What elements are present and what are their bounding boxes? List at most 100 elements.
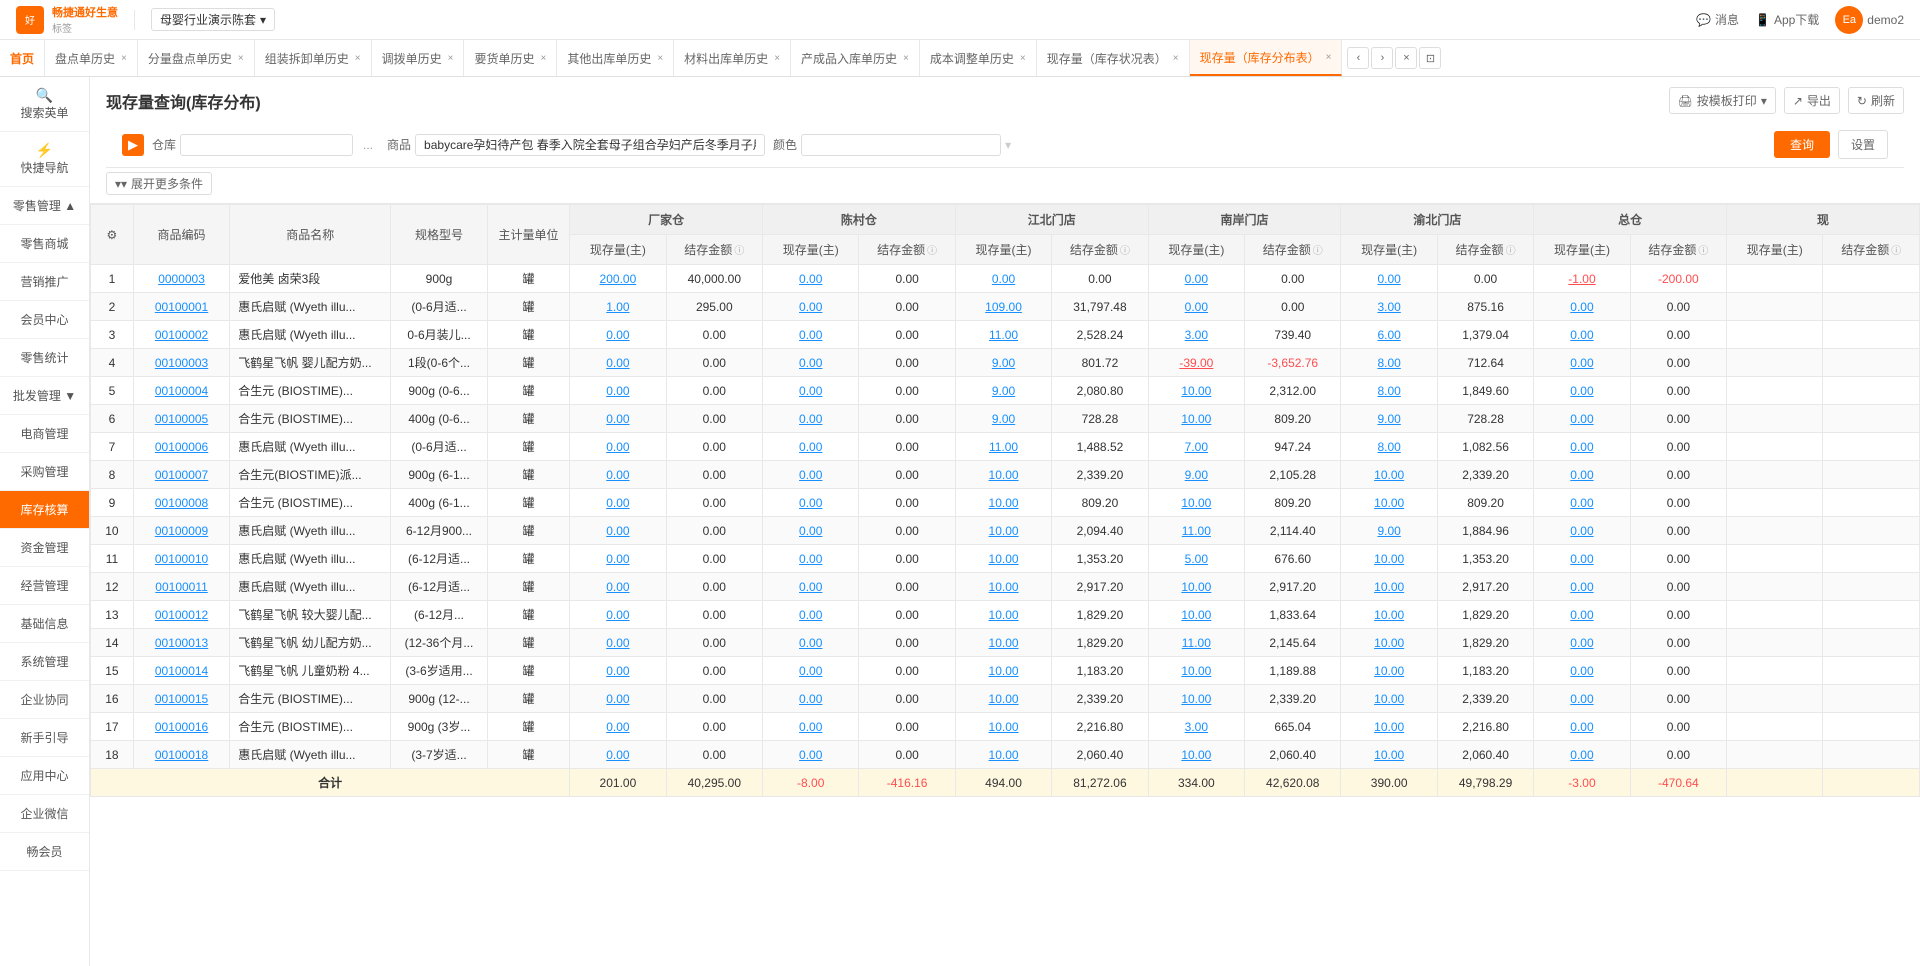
cell-total-curr[interactable]: 0.00	[1534, 545, 1630, 573]
cell-nanan-curr[interactable]: 10.00	[1148, 377, 1244, 405]
cell-total-curr[interactable]: 0.00	[1534, 433, 1630, 461]
tab-chengbentiaoz[interactable]: 成本调整单历史 ×	[920, 40, 1037, 76]
cell-factory-curr[interactable]: 0.00	[570, 405, 666, 433]
cell-yubei-curr[interactable]: 10.00	[1341, 545, 1437, 573]
cell-chenj-curr[interactable]: 0.00	[763, 461, 859, 489]
cell-jiangb-curr[interactable]: 0.00	[955, 265, 1051, 293]
cell-code[interactable]: 00100018	[133, 741, 229, 769]
sidebar-item-finance[interactable]: 资金管理	[0, 529, 89, 567]
cell-jiangb-curr[interactable]: 10.00	[955, 573, 1051, 601]
cell-yubei-curr[interactable]: 10.00	[1341, 461, 1437, 489]
sidebar-item-shop[interactable]: 零售商城	[0, 225, 89, 263]
cell-total-curr[interactable]: 0.00	[1534, 405, 1630, 433]
cell-yubei-curr[interactable]: 10.00	[1341, 573, 1437, 601]
tab-close[interactable]: ×	[774, 53, 780, 64]
cell-code[interactable]: 00100013	[133, 629, 229, 657]
cell-total-curr[interactable]: 0.00	[1534, 377, 1630, 405]
tab-diaopo[interactable]: 调拨单历史 ×	[372, 40, 465, 76]
tab-close[interactable]: ×	[657, 53, 663, 64]
cell-total-curr[interactable]: 0.00	[1534, 517, 1630, 545]
cell-total-curr[interactable]: 0.00	[1534, 657, 1630, 685]
cell-factory-curr[interactable]: 0.00	[570, 321, 666, 349]
cell-total-curr[interactable]: 0.00	[1534, 741, 1630, 769]
cell-code[interactable]: 00100008	[133, 489, 229, 517]
cell-code[interactable]: 00100010	[133, 545, 229, 573]
cell-factory-curr[interactable]: 0.00	[570, 685, 666, 713]
cell-chenj-curr[interactable]: 0.00	[763, 713, 859, 741]
cell-total-curr[interactable]: 0.00	[1534, 629, 1630, 657]
cell-chenj-curr[interactable]: 0.00	[763, 377, 859, 405]
cell-code[interactable]: 00100001	[133, 293, 229, 321]
cell-yubei-curr[interactable]: 10.00	[1341, 741, 1437, 769]
cell-total-curr[interactable]: 0.00	[1534, 349, 1630, 377]
cell-code[interactable]: 00100005	[133, 405, 229, 433]
cell-factory-curr[interactable]: 0.00	[570, 657, 666, 685]
cell-total-curr[interactable]: 0.00	[1534, 573, 1630, 601]
cell-yubei-curr[interactable]: 8.00	[1341, 433, 1437, 461]
cell-total-curr[interactable]: 0.00	[1534, 461, 1630, 489]
expand-conditions-btn[interactable]: ▾▾ 展开更多条件	[106, 172, 212, 195]
cell-yubei-curr[interactable]: 9.00	[1341, 517, 1437, 545]
cell-jiangb-curr[interactable]: 10.00	[955, 741, 1051, 769]
cell-code[interactable]: 00100007	[133, 461, 229, 489]
cell-factory-curr[interactable]: 0.00	[570, 629, 666, 657]
cell-total-curr[interactable]: 0.00	[1534, 489, 1630, 517]
cell-code[interactable]: 00100009	[133, 517, 229, 545]
cell-jiangb-curr[interactable]: 10.00	[955, 685, 1051, 713]
cell-code[interactable]: 00100014	[133, 657, 229, 685]
tab-kucun-dist[interactable]: 现存量（库存分布表） ×	[1190, 40, 1343, 76]
cell-jiangb-curr[interactable]: 109.00	[955, 293, 1051, 321]
sidebar-item-wechat[interactable]: 企业微信	[0, 795, 89, 833]
nav-expand[interactable]: ⊡	[1419, 47, 1441, 69]
cell-nanan-curr[interactable]: 10.00	[1148, 489, 1244, 517]
cell-yubei-curr[interactable]: 3.00	[1341, 293, 1437, 321]
cell-factory-curr[interactable]: 0.00	[570, 461, 666, 489]
cell-code[interactable]: 00100015	[133, 685, 229, 713]
cell-nanan-curr[interactable]: 9.00	[1148, 461, 1244, 489]
cell-chenj-curr[interactable]: 0.00	[763, 349, 859, 377]
export-btn[interactable]: ↗ 导出	[1784, 87, 1840, 114]
nav-next[interactable]: ›	[1371, 47, 1393, 69]
cell-factory-curr[interactable]: 0.00	[570, 489, 666, 517]
tab-fenpandian[interactable]: 分量盘点单历史 ×	[138, 40, 255, 76]
print-btn[interactable]: 🖨 按模板打印 ▾	[1669, 87, 1776, 114]
sidebar-item-guide[interactable]: 新手引导	[0, 719, 89, 757]
cell-chenj-curr[interactable]: 0.00	[763, 573, 859, 601]
cell-total-curr[interactable]: 0.00	[1534, 685, 1630, 713]
cell-chenj-curr[interactable]: 0.00	[763, 545, 859, 573]
cell-nanan-curr[interactable]: 5.00	[1148, 545, 1244, 573]
cell-total-curr[interactable]: -1.00	[1534, 265, 1630, 293]
sidebar-item-ecommerce[interactable]: 电商管理	[0, 415, 89, 453]
sidebar-item-marketing[interactable]: 营销推广	[0, 263, 89, 301]
cell-chenj-curr[interactable]: 0.00	[763, 657, 859, 685]
cell-code[interactable]: 0000003	[133, 265, 229, 293]
cell-yubei-curr[interactable]: 8.00	[1341, 349, 1437, 377]
sidebar-item-collab[interactable]: 企业协同	[0, 681, 89, 719]
th-gear[interactable]: ⚙	[91, 205, 134, 265]
sidebar-item-purchase[interactable]: 采购管理	[0, 453, 89, 491]
tab-close[interactable]: ×	[355, 53, 361, 64]
tab-close[interactable]: ×	[1173, 53, 1179, 64]
cell-nanan-curr[interactable]: 3.00	[1148, 713, 1244, 741]
sidebar-item-retail[interactable]: 零售管理 ▲	[0, 187, 89, 225]
cell-jiangb-curr[interactable]: 9.00	[955, 349, 1051, 377]
tab-close[interactable]: ×	[238, 53, 244, 64]
cell-nanan-curr[interactable]: 10.00	[1148, 405, 1244, 433]
cell-code[interactable]: 00100002	[133, 321, 229, 349]
sidebar-item-inventory[interactable]: 库存核算	[0, 491, 89, 529]
tab-yaohuo[interactable]: 要货单历史 ×	[464, 40, 557, 76]
cell-total-curr[interactable]: 0.00	[1534, 293, 1630, 321]
industry-selector[interactable]: 母婴行业演示陈套 ▾	[151, 8, 275, 31]
cell-yubei-curr[interactable]: 10.00	[1341, 685, 1437, 713]
cell-nanan-curr[interactable]: 10.00	[1148, 657, 1244, 685]
cell-chenj-curr[interactable]: 0.00	[763, 741, 859, 769]
cell-factory-curr[interactable]: 0.00	[570, 713, 666, 741]
tab-kucun-status[interactable]: 现存量（库存状况表） ×	[1037, 40, 1190, 76]
goods-input[interactable]	[415, 134, 765, 156]
query-btn[interactable]: 查询	[1774, 131, 1830, 158]
cell-yubei-curr[interactable]: 6.00	[1341, 321, 1437, 349]
cell-code[interactable]: 00100012	[133, 601, 229, 629]
cell-yubei-curr[interactable]: 10.00	[1341, 601, 1437, 629]
tab-zuzhuang[interactable]: 组装拆卸单历史 ×	[255, 40, 372, 76]
cell-factory-curr[interactable]: 0.00	[570, 741, 666, 769]
